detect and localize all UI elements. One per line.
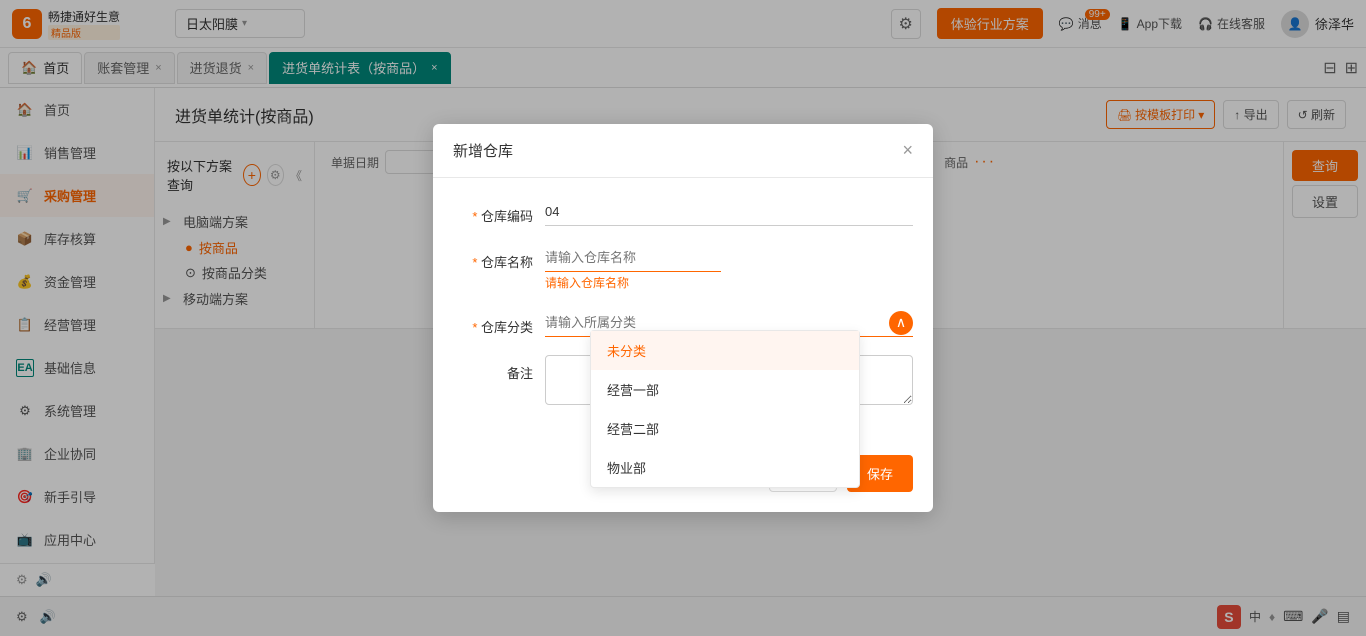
- name-input-wrap: 请输入仓库名称: [545, 244, 721, 291]
- form-row-name: 仓库名称 请输入仓库名称: [453, 244, 913, 291]
- category-label: 仓库分类: [453, 309, 533, 336]
- dropdown-item-dept2[interactable]: 经营二部: [591, 409, 859, 448]
- category-dropdown-list: 未分类 经营一部 经营二部 物业部: [590, 330, 860, 488]
- code-label: 仓库编码: [453, 198, 533, 225]
- dropdown-item-dept1[interactable]: 经营一部: [591, 370, 859, 409]
- remark-label: 备注: [453, 355, 533, 382]
- modal-close-button[interactable]: ×: [902, 140, 913, 161]
- dropdown-item-property[interactable]: 物业部: [591, 448, 859, 487]
- dropdown-item-unclassified[interactable]: 未分类: [591, 331, 859, 370]
- form-row-code: 仓库编码: [453, 198, 913, 226]
- warehouse-name-input[interactable]: [545, 244, 721, 272]
- modal-header: 新增仓库 ×: [433, 124, 933, 178]
- modal-overlay[interactable]: 新增仓库 × 仓库编码 仓库名称 请输入仓库名称 仓库分: [0, 0, 1366, 636]
- warehouse-code-input[interactable]: [545, 198, 913, 226]
- category-dropdown-toggle[interactable]: ∧: [889, 311, 913, 335]
- name-error-msg: 请输入仓库名称: [545, 274, 721, 291]
- name-label: 仓库名称: [453, 244, 533, 291]
